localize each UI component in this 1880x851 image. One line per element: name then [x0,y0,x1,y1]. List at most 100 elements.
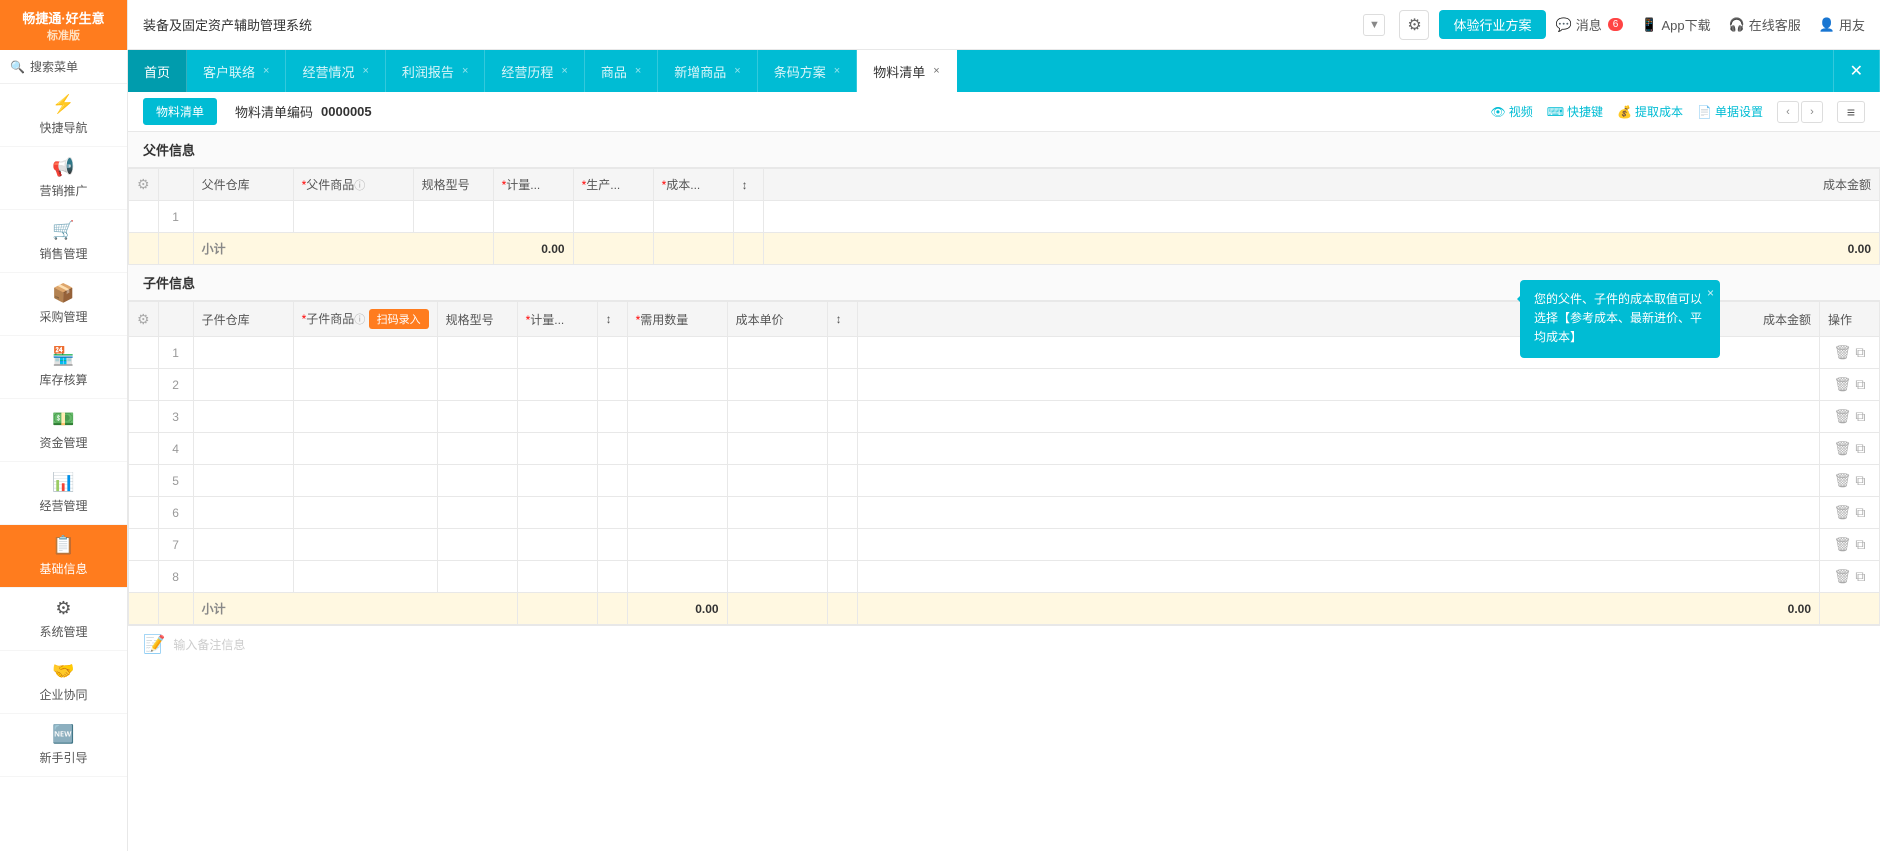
child-row5-warehouse[interactable] [193,465,293,497]
child-row8-quantity[interactable] [517,561,597,593]
close-history-icon[interactable]: × [561,65,567,77]
child-row1-spec[interactable] [437,337,517,369]
parent-row1-production[interactable] [573,201,653,233]
child-row6-needed[interactable] [627,497,727,529]
child-row3-needed[interactable] [627,401,727,433]
parent-row1-cost[interactable] [653,201,733,233]
copy-icon-7[interactable]: ⧉ [1855,536,1865,553]
delete-icon-2[interactable]: 🗑 [1834,376,1852,393]
app-download-button[interactable]: 📱 App下载 [1641,15,1710,34]
child-row2-warehouse[interactable] [193,369,293,401]
nav-dropdown-btn[interactable]: ▼ [1363,14,1385,36]
child-row4-product[interactable] [293,433,437,465]
user-button[interactable]: 👤 用友 [1819,15,1865,34]
child-row4-warehouse[interactable] [193,433,293,465]
close-bom-icon[interactable]: × [933,65,939,77]
child-row2-unit-cost[interactable] [727,369,827,401]
child-row6-product[interactable] [293,497,437,529]
sidebar-item-inventory[interactable]: 🏪 库存核算 [0,336,127,399]
copy-icon-3[interactable]: ⧉ [1855,408,1865,425]
child-row7-product[interactable] [293,529,437,561]
delete-icon-7[interactable]: 🗑 [1834,536,1852,553]
parent-row1-warehouse[interactable] [193,201,293,233]
child-row1-needed[interactable] [627,337,727,369]
trial-button[interactable]: 体验行业方案 [1439,10,1545,39]
tab-operations[interactable]: 经营情况 × [286,50,385,92]
delete-icon-8[interactable]: 🗑 [1834,568,1852,585]
child-row3-product[interactable] [293,401,437,433]
tab-new-goods[interactable]: 新增商品 × [658,50,757,92]
child-row8-product[interactable] [293,561,437,593]
close-profit-icon[interactable]: × [462,65,468,77]
child-row1-product[interactable] [293,337,437,369]
parent-settings-icon[interactable]: ⚙ [137,176,150,192]
list-view-button[interactable]: ≡ [1837,101,1865,123]
copy-icon-1[interactable]: ⧉ [1855,344,1865,361]
next-arrow-btn[interactable]: › [1801,101,1823,123]
sidebar-item-quick-nav[interactable]: ⚡ 快捷导航 [0,84,127,147]
close-operations-icon[interactable]: × [362,65,368,77]
sidebar-item-purchase[interactable]: 📦 采购管理 [0,273,127,336]
copy-icon-8[interactable]: ⧉ [1855,568,1865,585]
child-row7-warehouse[interactable] [193,529,293,561]
sidebar-item-operations[interactable]: 📊 经营管理 [0,462,127,525]
tab-history[interactable]: 经营历程 × [485,50,584,92]
delete-icon-6[interactable]: 🗑 [1834,504,1852,521]
shortcut-button[interactable]: ⌨ 快捷键 [1547,103,1603,120]
sidebar-item-basic-info[interactable]: 📋 基础信息 [0,525,127,588]
single-settings-button[interactable]: 📄 单据设置 [1697,103,1763,120]
child-row8-unit-cost[interactable] [727,561,827,593]
child-row5-quantity[interactable] [517,465,597,497]
child-row7-spec[interactable] [437,529,517,561]
tab-bom[interactable]: 物料清单 × [857,50,956,92]
settings-button[interactable]: ⚙ [1399,10,1429,40]
sidebar-item-collab[interactable]: 🤝 企业协同 [0,651,127,714]
close-new-goods-icon[interactable]: × [734,65,740,77]
child-row6-unit-cost[interactable] [727,497,827,529]
tab-profit[interactable]: 利润报告 × [386,50,485,92]
close-customers-icon[interactable]: × [263,65,269,77]
child-row2-spec[interactable] [437,369,517,401]
child-row8-warehouse[interactable] [193,561,293,593]
child-row4-spec[interactable] [437,433,517,465]
copy-icon-5[interactable]: ⧉ [1855,472,1865,489]
delete-icon-3[interactable]: 🗑 [1834,408,1852,425]
view-button[interactable]: 👁 视频 [1490,103,1532,120]
prev-arrow-btn[interactable]: ‹ [1777,101,1799,123]
child-row5-unit-cost[interactable] [727,465,827,497]
child-row7-needed[interactable] [627,529,727,561]
delete-icon-5[interactable]: 🗑 [1834,472,1852,489]
sidebar-item-sales[interactable]: 🛒 销售管理 [0,210,127,273]
close-goods-icon[interactable]: × [635,65,641,77]
child-row3-warehouse[interactable] [193,401,293,433]
child-row6-quantity[interactable] [517,497,597,529]
child-row8-spec[interactable] [437,561,517,593]
bom-list-tab[interactable]: 物料清单 [143,98,217,125]
child-row3-unit-cost[interactable] [727,401,827,433]
child-row5-spec[interactable] [437,465,517,497]
sidebar-item-guide[interactable]: 🆕 新手引导 [0,714,127,777]
child-row3-quantity[interactable] [517,401,597,433]
tab-barcode[interactable]: 条码方案 × [758,50,857,92]
parent-row1-spec[interactable] [413,201,493,233]
child-row5-product[interactable] [293,465,437,497]
child-row6-spec[interactable] [437,497,517,529]
child-row2-quantity[interactable] [517,369,597,401]
child-row4-quantity[interactable] [517,433,597,465]
child-row1-quantity[interactable] [517,337,597,369]
child-row4-unit-cost[interactable] [727,433,827,465]
message-button[interactable]: 💬 消息 6 [1556,15,1624,34]
child-row5-needed[interactable] [627,465,727,497]
sidebar-item-system[interactable]: ⚙ 系统管理 [0,588,127,651]
copy-icon-2[interactable]: ⧉ [1855,376,1865,393]
child-row4-needed[interactable] [627,433,727,465]
delete-icon-1[interactable]: 🗑 [1834,344,1852,361]
online-service-button[interactable]: 🎧 在线客服 [1729,15,1801,34]
child-settings-icon[interactable]: ⚙ [137,311,150,327]
child-row8-needed[interactable] [627,561,727,593]
child-row2-needed[interactable] [627,369,727,401]
child-row1-warehouse[interactable] [193,337,293,369]
tab-home[interactable]: 首页 [128,50,187,92]
tab-goods[interactable]: 商品 × [585,50,658,92]
child-row6-warehouse[interactable] [193,497,293,529]
